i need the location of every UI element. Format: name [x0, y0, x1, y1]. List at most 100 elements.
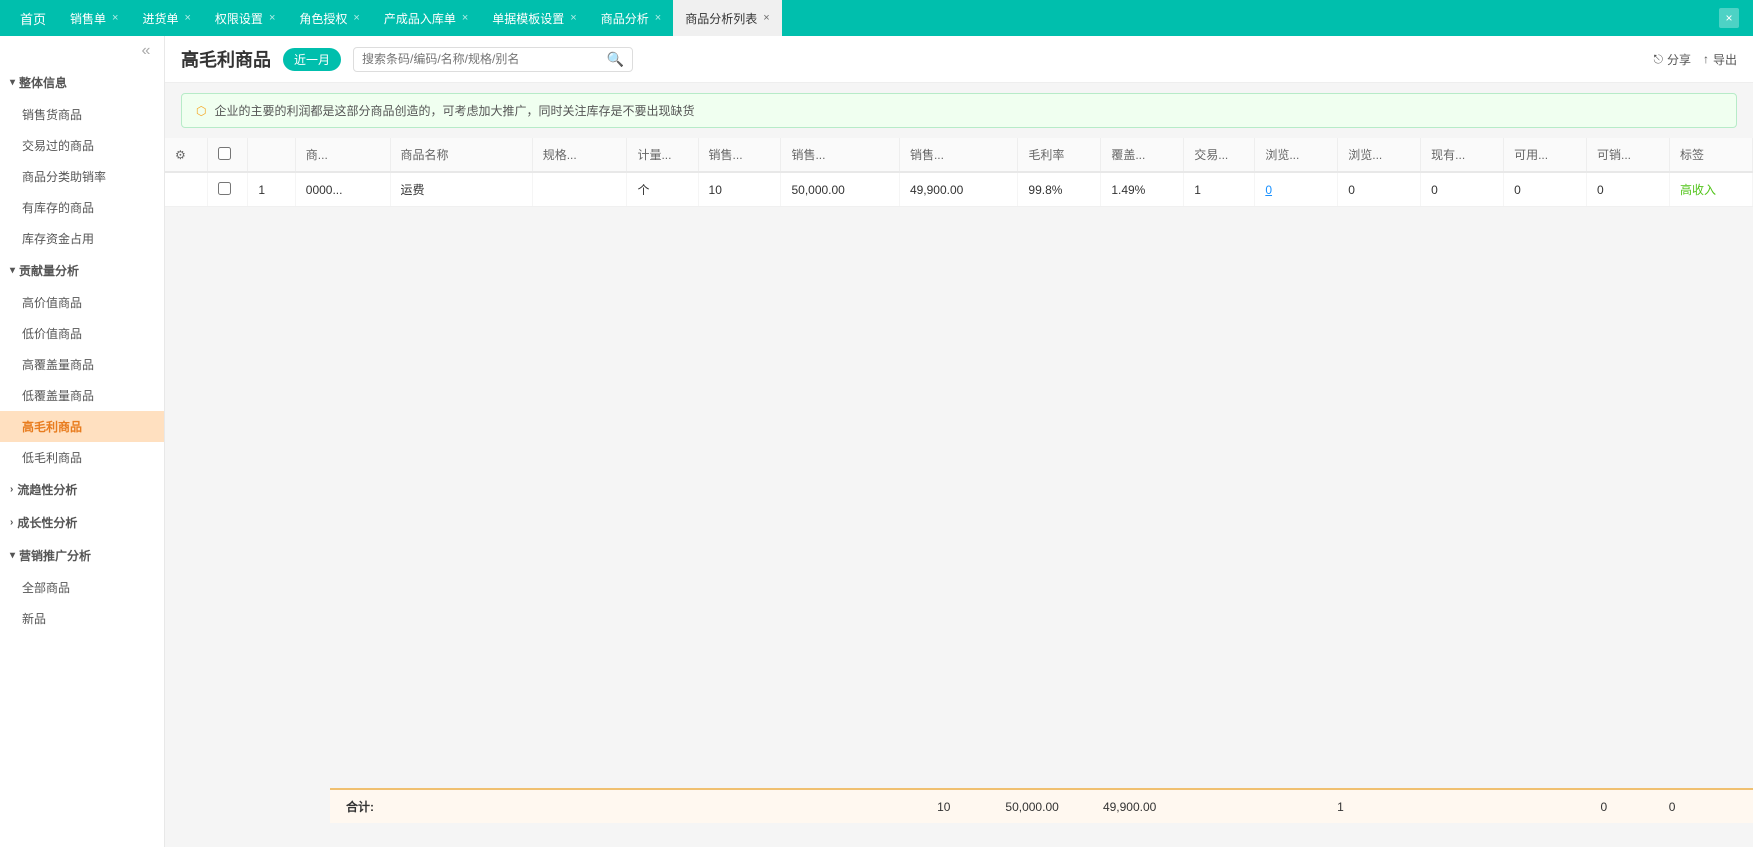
sidebar-item-high-freq[interactable]: 高覆盖量商品 — [0, 349, 164, 380]
sidebar-group-growth[interactable]: › 成长性分析 — [0, 506, 164, 539]
search-icon[interactable]: 🔍 — [607, 51, 624, 68]
row-available-stock: 0 — [1504, 172, 1587, 207]
share-icon: ⎋ — [1653, 52, 1663, 67]
sidebar-group-overview[interactable]: ▾ 整体信息 — [0, 66, 164, 99]
close-product-analysis[interactable]: × — [655, 12, 661, 24]
page-title: 高毛利商品 — [181, 46, 271, 72]
unit-column-header[interactable]: 计量... — [627, 138, 698, 172]
arrow-icon: ▾ — [10, 77, 15, 88]
close-purchase-order[interactable]: × — [184, 12, 190, 24]
sidebar-item-low-freq[interactable]: 低覆盖量商品 — [0, 380, 164, 411]
transactions-column-header[interactable]: 交易... — [1184, 138, 1255, 172]
row-settings — [165, 172, 208, 207]
info-banner: ⬡ 企业的主要的利润都是这部分商品创造的，可考虑加大推广，同时关注库存是不要出现… — [181, 93, 1737, 128]
table-body: 1 0000... 运费 个 10 50,000.00 49,900.00 99… — [165, 172, 1753, 207]
nav-product-analysis[interactable]: 商品分析 × — [589, 0, 673, 36]
nav-purchase-order[interactable]: 进货单 × — [130, 0, 202, 36]
total-sales-qty: 10 — [937, 800, 1005, 814]
margin-rate-column-header[interactable]: 毛利率 — [1018, 138, 1101, 172]
browse2-column-header[interactable]: 浏览... — [1338, 138, 1421, 172]
row-browse1[interactable]: 0 — [1255, 172, 1338, 207]
select-all-checkbox[interactable] — [218, 147, 231, 160]
sidebar-item-high-margin[interactable]: 高毛利商品 — [0, 411, 164, 442]
current-stock-column-header[interactable]: 现有... — [1421, 138, 1504, 172]
row-sales-profit: 49,900.00 — [899, 172, 1017, 207]
row-goods-name[interactable]: 运费 — [390, 172, 532, 207]
filter-recent-month-button[interactable]: 近一月 — [283, 48, 341, 71]
saleable-column-header[interactable]: 可销... — [1587, 138, 1670, 172]
nav-home[interactable]: 首页 — [8, 0, 58, 36]
row-saleable: 0 — [1587, 172, 1670, 207]
table-container[interactable]: ⚙ 商... 商品名称 规格... — [165, 138, 1753, 847]
arrow-icon: ▾ — [10, 265, 15, 276]
sidebar-item-low-margin[interactable]: 低毛利商品 — [0, 442, 164, 473]
nav-product-entry[interactable]: 产成品入库单 × — [372, 0, 480, 36]
nav-permission-settings[interactable]: 权限设置 × — [203, 0, 287, 36]
total-sales-amount: 50,000.00 — [1005, 800, 1103, 814]
sidebar-item-low-value[interactable]: 低价值商品 — [0, 318, 164, 349]
settings-icon[interactable]: ⚙ — [175, 148, 186, 162]
close-all-button[interactable]: × — [1719, 8, 1739, 28]
sidebar-item-high-value[interactable]: 高价值商品 — [0, 287, 164, 318]
close-order-template[interactable]: × — [570, 12, 576, 24]
row-seq: 1 — [248, 172, 295, 207]
content-header: 高毛利商品 近一月 🔍 ⎋ 分享 ↑ 导出 — [165, 36, 1753, 83]
table-row: 1 0000... 运费 个 10 50,000.00 49,900.00 99… — [165, 172, 1753, 207]
nav-close-all: × — [1719, 8, 1745, 28]
sales-profit-column-header[interactable]: 销售... — [899, 138, 1017, 172]
nav-role-auth[interactable]: 角色授权 × — [287, 0, 371, 36]
close-role-auth[interactable]: × — [353, 12, 359, 24]
total-sales-profit: 49,900.00 — [1103, 800, 1201, 814]
sales-amount-column-header[interactable]: 销售... — [781, 138, 899, 172]
sidebar-group-trend[interactable]: › 流趋性分析 — [0, 473, 164, 506]
close-product-analysis-list[interactable]: × — [763, 12, 769, 24]
sidebar-item-traded-goods[interactable]: 交易过的商品 — [0, 130, 164, 161]
row-margin-rate: 99.8% — [1018, 172, 1101, 207]
collapse-sidebar-button[interactable]: « — [136, 42, 156, 60]
seq-column-header — [248, 138, 295, 172]
row-browse2: 0 — [1338, 172, 1421, 207]
spec-column-header[interactable]: 规格... — [532, 138, 627, 172]
goods-name-column-header[interactable]: 商品名称 — [390, 138, 532, 172]
row-checkbox[interactable] — [208, 172, 248, 207]
tag-column-header[interactable]: 标签 — [1669, 138, 1752, 172]
search-input[interactable] — [362, 52, 607, 66]
sidebar-group-marketing[interactable]: ▾ 营销推广分析 — [0, 539, 164, 572]
sidebar-group-wealth[interactable]: ▾ 贡献量分析 — [0, 254, 164, 287]
close-sales-order[interactable]: × — [112, 12, 118, 24]
row-spec — [532, 172, 627, 207]
total-transactions: 1 — [1337, 800, 1396, 814]
coverage-column-header[interactable]: 覆盖... — [1101, 138, 1184, 172]
row-coverage: 1.49% — [1101, 172, 1184, 207]
close-product-entry[interactable]: × — [462, 12, 468, 24]
sidebar-item-sales-goods[interactable]: 销售货商品 — [0, 99, 164, 130]
checkbox-column-header[interactable] — [208, 138, 248, 172]
row-sales-amount: 50,000.00 — [781, 172, 899, 207]
sidebar-item-goods-assist-rate[interactable]: 商品分类助销率 — [0, 161, 164, 192]
nav-order-template[interactable]: 单据模板设置 × — [480, 0, 588, 36]
main-layout: « ▾ 整体信息 销售货商品 交易过的商品 商品分类助销率 有库存的商品 库存资… — [0, 36, 1753, 847]
info-icon: ⬡ — [196, 104, 206, 118]
row-tag: 高收入 — [1669, 172, 1752, 207]
settings-column-header[interactable]: ⚙ — [165, 138, 208, 172]
available-stock-column-header[interactable]: 可用... — [1504, 138, 1587, 172]
row-sales-qty: 10 — [698, 172, 781, 207]
browse1-column-header[interactable]: 浏览... — [1255, 138, 1338, 172]
sales-qty-column-header[interactable]: 销售... — [698, 138, 781, 172]
sidebar-item-stocked-goods[interactable]: 有库存的商品 — [0, 192, 164, 223]
sidebar-item-new-goods[interactable]: 新品 — [0, 603, 164, 634]
sidebar-item-all-goods[interactable]: 全部商品 — [0, 572, 164, 603]
sidebar: « ▾ 整体信息 销售货商品 交易过的商品 商品分类助销率 有库存的商品 库存资… — [0, 36, 165, 847]
nav-sales-order[interactable]: 销售单 × — [58, 0, 130, 36]
goods-code-column-header[interactable]: 商... — [295, 138, 390, 172]
export-button[interactable]: ↑ 导出 — [1703, 51, 1737, 68]
arrow-collapsed-icon: › — [10, 484, 13, 495]
total-available: 0 — [1600, 800, 1668, 814]
nav-product-analysis-list[interactable]: 商品分析列表 × — [673, 0, 781, 36]
share-button[interactable]: ⎋ 分享 — [1653, 51, 1691, 68]
close-permission-settings[interactable]: × — [269, 12, 275, 24]
top-navigation: 首页 销售单 × 进货单 × 权限设置 × 角色授权 × 产成品入库单 × 单据… — [0, 0, 1753, 36]
sidebar-item-stock-fund[interactable]: 库存资金占用 — [0, 223, 164, 254]
row-goods-code: 0000... — [295, 172, 390, 207]
arrow-collapsed-icon: › — [10, 517, 13, 528]
